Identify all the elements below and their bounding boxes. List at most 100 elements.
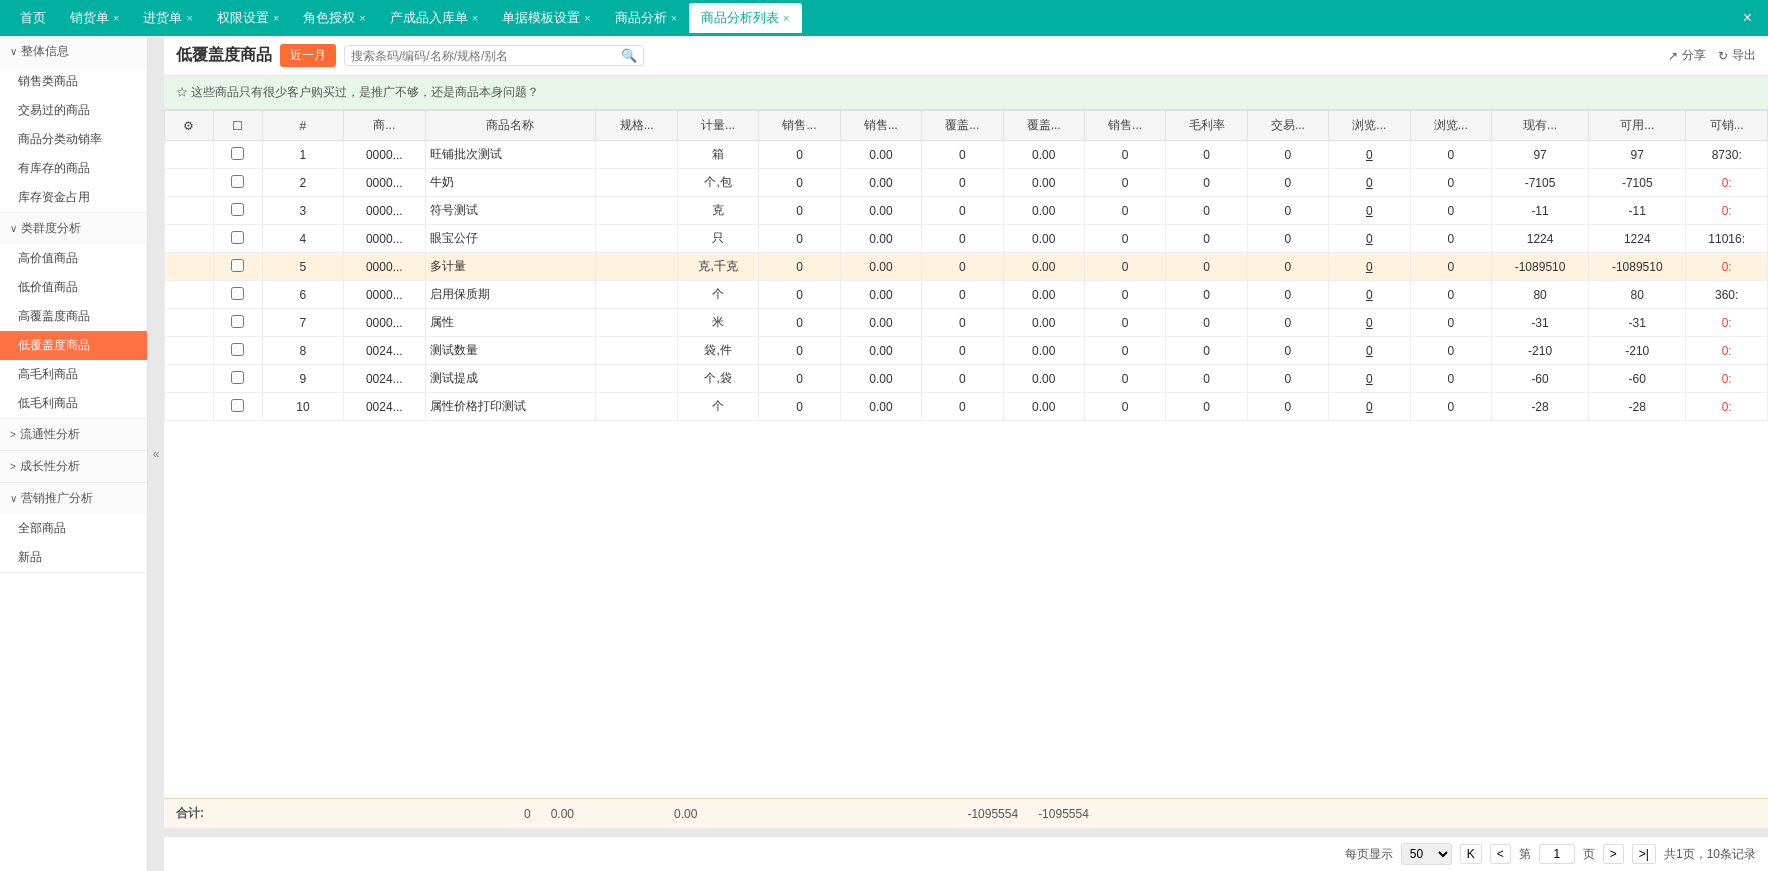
cell-check[interactable] [213,141,262,169]
close-icon[interactable]: × [584,12,590,24]
export-button[interactable]: ↻ 导出 [1718,47,1756,64]
close-icon[interactable]: × [186,12,192,24]
sidebar-item-low-value[interactable]: 低价值商品 [0,273,147,302]
col-code[interactable]: 商... [344,111,425,141]
sidebar-item-high-value[interactable]: 高价值商品 [0,244,147,273]
cell-view1[interactable]: 0 [1329,309,1410,337]
sidebar-item-low-margin[interactable]: 低毛利商品 [0,389,147,418]
cell-settings [165,169,214,197]
close-icon[interactable]: × [273,12,279,24]
sidebar-section-flow-title[interactable]: > 流通性分析 [0,419,147,450]
sidebar-item-high-margin[interactable]: 高毛利商品 [0,360,147,389]
next-page-button[interactable]: > [1603,844,1624,864]
tab-home[interactable]: 首页 [8,3,58,33]
sidebar-item-traded-goods[interactable]: 交易过的商品 [0,96,147,125]
sidebar-section-cluster-title[interactable]: ∨ 类群度分析 [0,213,147,244]
table-footer: 合计: 0 0.00 0.00 -1095554 -1095554 [164,798,1768,828]
sidebar-item-new-goods[interactable]: 新品 [0,543,147,572]
sidebar-section-cluster: ∨ 类群度分析 高价值商品 低价值商品 高覆盖度商品 低覆盖度商品 高毛利商品 … [0,213,147,419]
close-icon[interactable]: × [359,12,365,24]
sidebar-section-growth: > 成长性分析 [0,451,147,483]
sidebar-section-overall-title[interactable]: ∨ 整体信息 [0,36,147,67]
close-icon[interactable]: × [472,12,478,24]
cell-current: -60 [1491,365,1588,393]
cell-gross: 0 [1166,253,1247,281]
table-row: 8 0024... 测试数量 袋,件 0 0.00 0 0.00 0 0 0 0… [165,337,1768,365]
scrollbar[interactable] [164,828,1768,836]
per-page-select[interactable]: 50 10 20 100 [1401,843,1452,865]
cell-settings [165,281,214,309]
tab-sales[interactable]: 销货单 × [58,3,131,33]
sidebar-item-category-rate[interactable]: 商品分类动销率 [0,125,147,154]
cell-view1[interactable]: 0 [1329,169,1410,197]
tab-analysis-list[interactable]: 商品分析列表 × [689,3,801,33]
tab-perm[interactable]: 权限设置 × [205,3,291,33]
cell-current: -31 [1491,309,1588,337]
cell-view1[interactable]: 0 [1329,281,1410,309]
cell-check[interactable] [213,169,262,197]
tab-product[interactable]: 产成品入库单 × [378,3,490,33]
cell-check[interactable] [213,253,262,281]
tab-role[interactable]: 角色授权 × [291,3,377,33]
page-number-input[interactable] [1539,844,1575,864]
cell-view1[interactable]: 0 [1329,365,1410,393]
cell-view1[interactable]: 0 [1329,253,1410,281]
col-settings[interactable]: ⚙ [165,111,214,141]
info-banner-text: ☆ 这些商品只有很少客户购买过，是推广不够，还是商品本身问题？ [176,84,539,101]
cell-cover2: 0.00 [1003,253,1084,281]
cell-check[interactable] [213,225,262,253]
cell-sales3: 0 [1084,197,1165,225]
sidebar-collapse-button[interactable]: « [148,36,164,871]
cell-spec [596,281,677,309]
prev-page-button[interactable]: < [1490,844,1511,864]
sidebar-item-high-coverage[interactable]: 高覆盖度商品 [0,302,147,331]
cell-view1[interactable]: 0 [1329,197,1410,225]
time-filter-button[interactable]: 近一月 [280,44,336,67]
page-label: 第 [1519,846,1531,863]
sidebar-section-marketing-title[interactable]: ∨ 营销推广分析 [0,483,147,514]
cell-check[interactable] [213,197,262,225]
cell-view1[interactable]: 0 [1329,337,1410,365]
last-page-button[interactable]: >| [1632,844,1656,864]
cell-sales3: 0 [1084,225,1165,253]
tab-purchase[interactable]: 进货单 × [131,3,204,33]
sidebar-section-growth-title[interactable]: > 成长性分析 [0,451,147,482]
share-button[interactable]: ↗ 分享 [1668,47,1706,64]
sidebar-item-low-coverage[interactable]: 低覆盖度商品 [0,331,147,360]
cell-sales-amt: 0.00 [840,197,921,225]
footer-cover2: 0.00 [674,807,697,821]
sidebar-item-stocked-goods[interactable]: 有库存的商品 [0,154,147,183]
cell-check[interactable] [213,309,262,337]
cell-view1[interactable]: 0 [1329,393,1410,421]
first-page-button[interactable]: K [1460,844,1482,864]
sidebar-item-stock-capital[interactable]: 库存资金占用 [0,183,147,212]
cell-available: 97 [1589,141,1686,169]
tab-product-label: 产成品入库单 [390,9,468,27]
cell-sales-amt: 0.00 [840,393,921,421]
cell-check[interactable] [213,281,262,309]
tab-analysis[interactable]: 商品分析 × [603,3,689,33]
sidebar-item-sales-goods[interactable]: 销售类商品 [0,67,147,96]
cell-check[interactable] [213,337,262,365]
cell-check[interactable] [213,365,262,393]
cell-sellable: 0: [1686,197,1768,225]
col-sellable: 可销... [1686,111,1768,141]
cell-view1[interactable]: 0 [1329,141,1410,169]
cell-sales-amt: 0.00 [840,253,921,281]
col-sales3: 销售... [1084,111,1165,141]
cell-view1[interactable]: 0 [1329,225,1410,253]
search-input[interactable] [351,49,621,63]
cell-code: 0024... [344,337,425,365]
cell-check[interactable] [213,393,262,421]
close-icon[interactable]: × [671,12,677,24]
close-icon[interactable]: × [113,12,119,24]
tab-template[interactable]: 单据模板设置 × [490,3,602,33]
export-label: 导出 [1732,47,1756,64]
sidebar-item-all-goods[interactable]: 全部商品 [0,514,147,543]
cell-code: 0024... [344,393,425,421]
cell-current: 80 [1491,281,1588,309]
col-check[interactable]: ☐ [213,111,262,141]
close-all-button[interactable]: × [1735,9,1760,27]
close-icon[interactable]: × [783,12,789,24]
cell-sales3: 0 [1084,281,1165,309]
